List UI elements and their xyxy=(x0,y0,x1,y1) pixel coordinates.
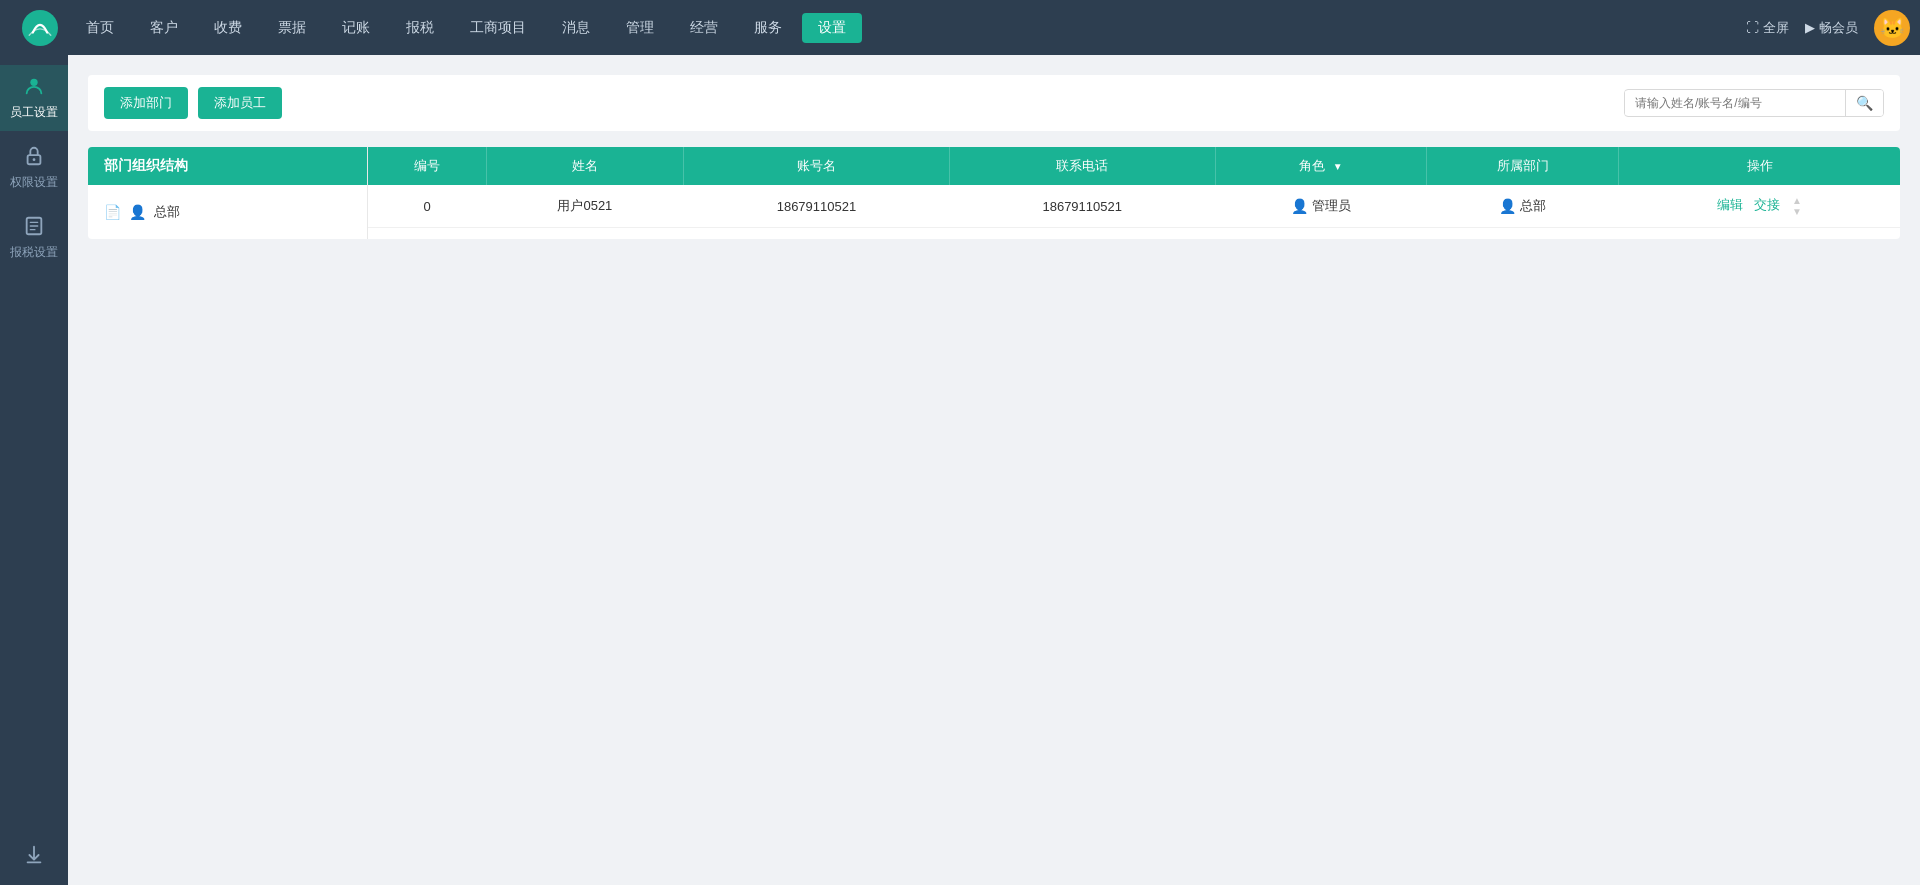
nav-right: ⛶ 全屏 ▶ 畅会员 🐱 xyxy=(1746,10,1910,46)
role-sort-icon[interactable]: ▼ xyxy=(1333,161,1343,172)
nav-message[interactable]: 消息 xyxy=(546,13,606,43)
vip-button[interactable]: ▶ 畅会员 xyxy=(1805,19,1858,37)
col-header-id: 编号 xyxy=(368,147,486,185)
dept-value: 总部 xyxy=(1520,197,1546,215)
left-sidebar: 员工设置 权限设置 报税设置 xyxy=(0,55,68,885)
toolbar: 添加部门 添加员工 🔍 xyxy=(88,75,1900,131)
fullscreen-button[interactable]: ⛶ 全屏 xyxy=(1746,19,1789,37)
svg-point-0 xyxy=(22,10,58,46)
download-icon xyxy=(23,844,45,869)
fullscreen-label: 全屏 xyxy=(1763,19,1789,37)
sidebar-item-employee[interactable]: 员工设置 xyxy=(0,65,68,131)
employee-icon xyxy=(23,75,45,100)
nav-settings[interactable]: 设置 xyxy=(802,13,862,43)
transfer-link[interactable]: 交接 xyxy=(1754,197,1780,212)
search-icon: 🔍 xyxy=(1856,95,1873,111)
nav-service[interactable]: 服务 xyxy=(738,13,798,43)
sidebar-item-taxsettings[interactable]: 报税设置 xyxy=(0,205,68,271)
table-row: 0 用户0521 18679110521 18679110521 👤 管理员 xyxy=(368,185,1900,228)
cell-role: 👤 管理员 xyxy=(1215,185,1426,228)
dept-user-icon-row: 👤 xyxy=(1499,198,1516,214)
sidebar-employee-label: 员工设置 xyxy=(10,104,58,121)
sidebar-download-button[interactable] xyxy=(0,834,68,885)
svg-point-3 xyxy=(33,158,36,161)
nav-business[interactable]: 工商项目 xyxy=(454,13,542,43)
dept-tree-header: 部门组织结构 xyxy=(88,147,367,185)
col-header-role: 角色 ▼ xyxy=(1215,147,1426,185)
cell-actions: 编辑 交接 ▲ ▼ xyxy=(1619,185,1900,228)
user-avatar[interactable]: 🐱 xyxy=(1874,10,1910,46)
fullscreen-icon: ⛶ xyxy=(1746,20,1759,35)
nav-invoice[interactable]: 票据 xyxy=(262,13,322,43)
scroll-up-icon: ▲ xyxy=(1792,195,1802,206)
employee-data-table: 编号 姓名 账号名 联系电话 角色 ▼ 所属部门 操作 0 xyxy=(368,147,1900,228)
nav-manage[interactable]: 管理 xyxy=(610,13,670,43)
search-bar: 🔍 xyxy=(1624,89,1884,117)
add-dept-button[interactable]: 添加部门 xyxy=(104,87,188,119)
col-header-action: 操作 xyxy=(1619,147,1900,185)
edit-link[interactable]: 编辑 xyxy=(1717,197,1743,212)
svg-point-1 xyxy=(30,79,37,86)
sidebar-permission-label: 权限设置 xyxy=(10,174,58,191)
main-content: 添加部门 添加员工 🔍 部门组织结构 📄 👤 总部 xyxy=(68,55,1920,885)
cell-id: 0 xyxy=(368,185,486,228)
vip-label: 畅会员 xyxy=(1819,19,1858,37)
dept-tree: 部门组织结构 📄 👤 总部 xyxy=(88,147,368,239)
file-icon: 📄 xyxy=(104,204,121,220)
dept-root-label: 总部 xyxy=(154,203,180,221)
cell-phone: 18679110521 xyxy=(949,185,1215,228)
col-header-phone: 联系电话 xyxy=(949,147,1215,185)
dept-user-icon: 👤 xyxy=(129,204,146,220)
lock-icon xyxy=(23,145,45,170)
vip-icon: ▶ xyxy=(1805,20,1815,35)
nav-billing[interactable]: 收费 xyxy=(198,13,258,43)
dept-tree-body: 📄 👤 总部 xyxy=(88,185,367,239)
sidebar-item-permission[interactable]: 权限设置 xyxy=(0,135,68,201)
add-employee-button[interactable]: 添加员工 xyxy=(198,87,282,119)
cell-account: 18679110521 xyxy=(684,185,950,228)
employee-table: 编号 姓名 账号名 联系电话 角色 ▼ 所属部门 操作 0 xyxy=(368,147,1900,239)
search-button[interactable]: 🔍 xyxy=(1845,90,1883,116)
tax-settings-icon xyxy=(23,215,45,240)
content-area: 部门组织结构 📄 👤 总部 编号 姓名 账号名 联系电话 xyxy=(88,147,1900,239)
nav-operations[interactable]: 经营 xyxy=(674,13,734,43)
scroll-arrows: ▲ ▼ xyxy=(1792,195,1802,217)
col-header-name: 姓名 xyxy=(486,147,683,185)
role-value: 管理员 xyxy=(1312,197,1351,215)
nav-items: 首页 客户 收费 票据 记账 报税 工商项目 消息 管理 经营 服务 设置 xyxy=(70,13,1746,43)
scroll-down-icon: ▼ xyxy=(1792,206,1802,217)
role-user-icon: 👤 xyxy=(1291,198,1308,214)
app-logo[interactable] xyxy=(10,10,70,46)
nav-home[interactable]: 首页 xyxy=(70,13,130,43)
sidebar-taxsettings-label: 报税设置 xyxy=(10,244,58,261)
nav-customer[interactable]: 客户 xyxy=(134,13,194,43)
cell-dept: 👤 总部 xyxy=(1427,185,1619,228)
search-input[interactable] xyxy=(1625,91,1845,115)
svg-rect-8 xyxy=(27,861,42,863)
col-header-dept: 所属部门 xyxy=(1427,147,1619,185)
col-header-account: 账号名 xyxy=(684,147,950,185)
cell-name: 用户0521 xyxy=(486,185,683,228)
nav-tax[interactable]: 报税 xyxy=(390,13,450,43)
nav-accounting[interactable]: 记账 xyxy=(326,13,386,43)
tree-item-root[interactable]: 📄 👤 总部 xyxy=(104,197,351,227)
top-navigation: 首页 客户 收费 票据 记账 报税 工商项目 消息 管理 经营 服务 设置 ⛶ … xyxy=(0,0,1920,55)
